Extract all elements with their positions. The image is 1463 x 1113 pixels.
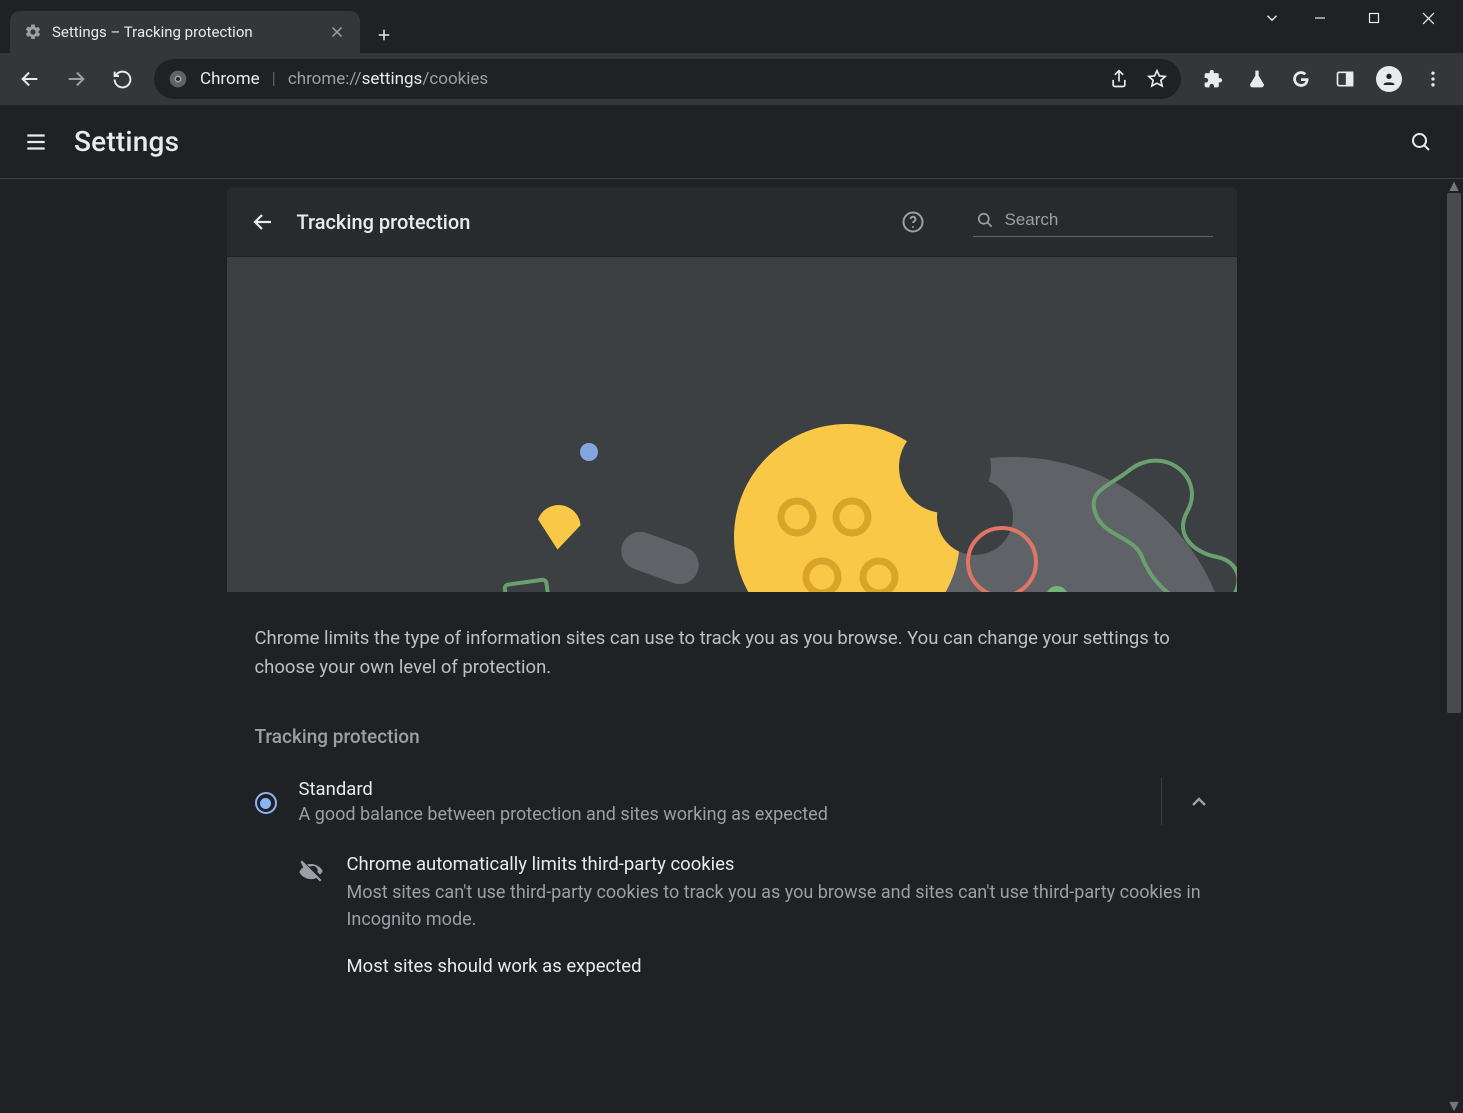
google-shortcut-icon[interactable]	[1281, 59, 1321, 99]
chevron-up-icon	[1187, 790, 1211, 814]
browser-tab-active[interactable]: Settings – Tracking protection	[10, 11, 360, 53]
scrollbar-thumb[interactable]	[1447, 193, 1461, 713]
vertical-scrollbar[interactable]: ▲ ▼	[1445, 179, 1463, 1113]
nav-reload-button[interactable]	[102, 59, 142, 99]
share-icon[interactable]	[1109, 69, 1129, 89]
section-header: Tracking protection	[227, 187, 1237, 256]
detail-cookies-subtitle: Most sites can't use third-party cookies…	[347, 879, 1209, 933]
detail-cookies: Chrome automatically limits third-party …	[227, 853, 1237, 955]
close-tab-icon[interactable]	[328, 23, 346, 41]
nav-forward-button[interactable]	[56, 59, 96, 99]
option-standard-title: Standard	[299, 778, 1129, 800]
chrome-icon	[168, 69, 188, 89]
omnibox-url: chrome://settings/cookies	[288, 69, 488, 89]
section-search-input[interactable]	[1005, 210, 1211, 230]
settings-search-button[interactable]	[1401, 122, 1441, 162]
settings-appbar: Settings	[0, 105, 1463, 179]
detail-work-title: Most sites should work as expected	[347, 955, 642, 977]
option-standard-row[interactable]: Standard A good balance between protecti…	[227, 748, 1237, 853]
help-button[interactable]	[901, 210, 929, 234]
bookmark-star-icon[interactable]	[1147, 69, 1167, 89]
search-icon	[975, 210, 995, 230]
window-maximize-button[interactable]	[1347, 2, 1401, 34]
option-standard-subtitle: A good balance between protection and si…	[299, 804, 1129, 825]
section-back-button[interactable]	[251, 210, 279, 234]
section-title: Tracking protection	[297, 210, 471, 234]
window-close-button[interactable]	[1401, 2, 1455, 34]
tab-title: Settings – Tracking protection	[52, 23, 318, 41]
section-label: Tracking protection	[227, 681, 1237, 748]
gear-icon	[24, 23, 42, 41]
new-tab-button[interactable]	[366, 17, 402, 53]
expand-toggle[interactable]	[1161, 778, 1237, 825]
window-titlebar: Settings – Tracking protection	[0, 0, 1463, 53]
detail-work: Most sites should work as expected	[227, 955, 1237, 999]
omnibox-separator: |	[272, 69, 276, 89]
detail-cookies-title: Chrome automatically limits third-party …	[347, 853, 1209, 875]
page-title: Settings	[74, 125, 179, 158]
page-description: Chrome limits the type of information si…	[227, 592, 1237, 681]
radio-standard[interactable]	[255, 792, 277, 814]
browser-toolbar: Chrome | chrome://settings/cookies	[0, 53, 1463, 105]
profile-button[interactable]	[1369, 59, 1409, 99]
side-panel-button[interactable]	[1325, 59, 1365, 99]
extensions-button[interactable]	[1193, 59, 1233, 99]
hero-illustration	[227, 256, 1237, 592]
nav-back-button[interactable]	[10, 59, 50, 99]
hamburger-menu-button[interactable]	[22, 129, 50, 155]
content-scroll[interactable]: Tracking protection	[0, 179, 1463, 1113]
browser-menu-button[interactable]	[1413, 59, 1453, 99]
visibility-off-icon	[297, 857, 325, 933]
section-search[interactable]	[973, 206, 1213, 237]
omnibox-origin-label: Chrome	[200, 69, 260, 89]
window-minimize-button[interactable]	[1293, 2, 1347, 34]
labs-button[interactable]	[1237, 59, 1277, 99]
omnibox[interactable]: Chrome | chrome://settings/cookies	[154, 59, 1181, 99]
tab-search-button[interactable]	[1251, 2, 1293, 34]
